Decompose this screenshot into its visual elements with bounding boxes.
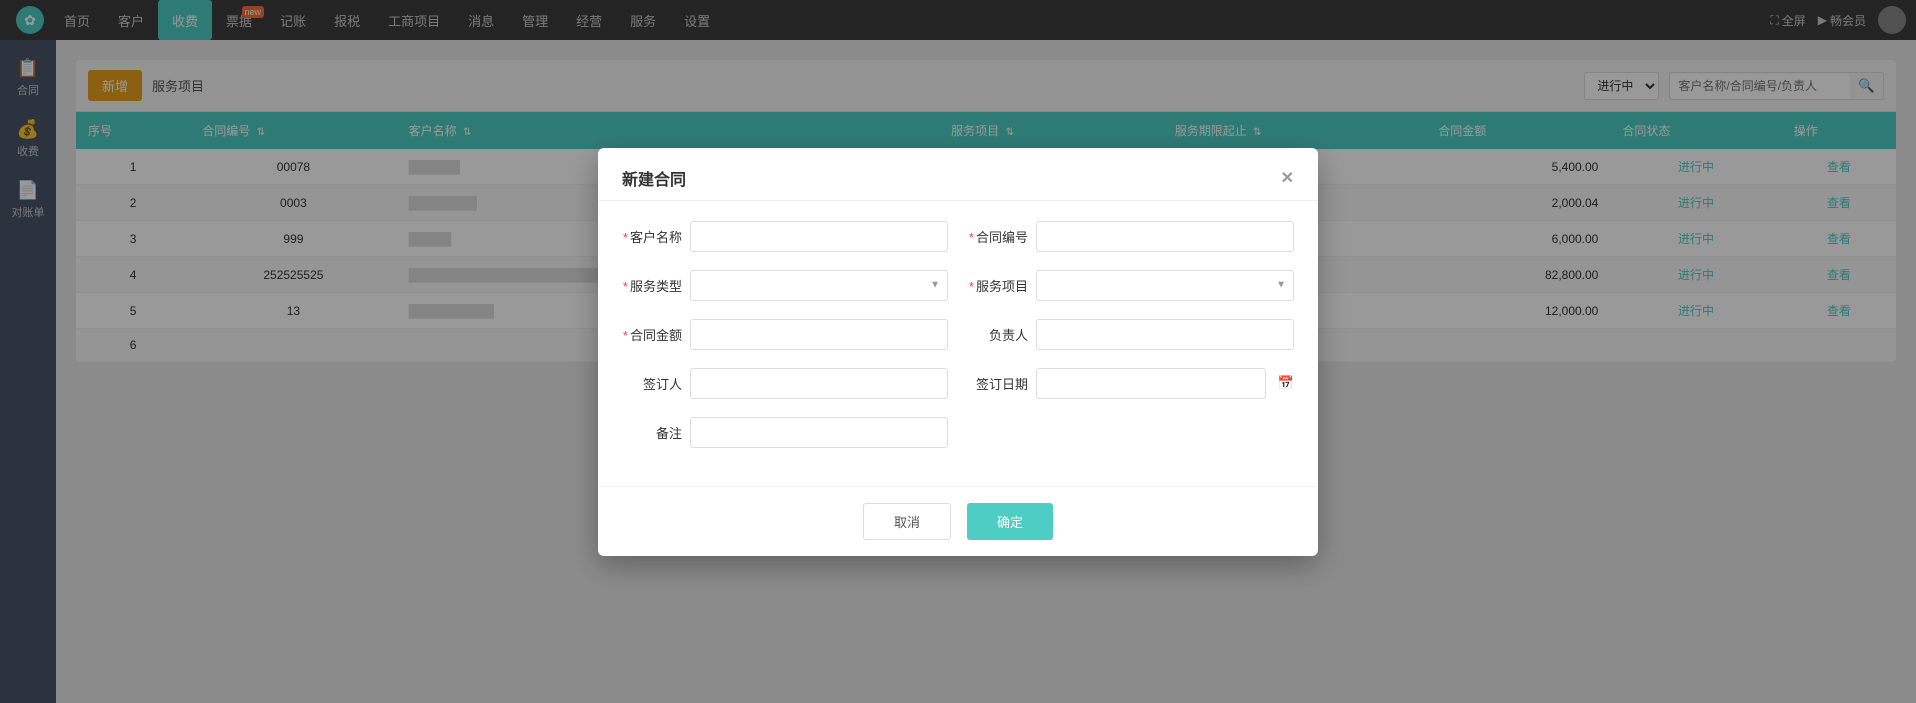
form-group-customer-name: *客户名称 xyxy=(622,221,948,252)
service-item-label: *服务项目 xyxy=(968,276,1028,295)
service-item-select-wrap: ▼ xyxy=(1036,270,1294,301)
form-group-person-in-charge: 负责人 xyxy=(968,319,1294,350)
required-star: * xyxy=(623,230,628,245)
modal-close-button[interactable]: ✕ xyxy=(1281,168,1294,188)
calendar-icon[interactable]: 📅 xyxy=(1278,375,1294,391)
modal-header: 新建合同 ✕ xyxy=(598,148,1318,201)
form-row-2: *服务类型 ▼ *服务项目 ▼ xyxy=(622,270,1294,301)
person-in-charge-label: 负责人 xyxy=(968,325,1028,344)
required-star-2: * xyxy=(969,230,974,245)
service-item-select[interactable] xyxy=(1036,270,1294,301)
form-group-amount: *合同金额 0.00 xyxy=(622,319,948,350)
sign-date-input[interactable]: 2023-06-06 xyxy=(1036,368,1266,399)
form-group-service-type: *服务类型 ▼ xyxy=(622,270,948,301)
signer-label: 签订人 xyxy=(622,374,682,393)
contract-amount-input[interactable]: 0.00 xyxy=(690,319,948,350)
form-group-notes: 备注 xyxy=(622,417,948,448)
modal-body: *客户名称 *合同编号 *服务类型 xyxy=(598,201,1318,486)
form-group-service-item: *服务项目 ▼ xyxy=(968,270,1294,301)
required-star-3: * xyxy=(623,279,628,294)
contract-no-label: *合同编号 xyxy=(968,227,1028,246)
form-group-contract-no: *合同编号 xyxy=(968,221,1294,252)
new-contract-modal: 新建合同 ✕ *客户名称 *合同编号 xyxy=(598,148,1318,556)
service-type-select[interactable] xyxy=(690,270,948,301)
form-row-5: 备注 xyxy=(622,417,1294,448)
form-row-4: 签订人 签订日期 2023-06-06 📅 xyxy=(622,368,1294,399)
customer-name-label: *客户名称 xyxy=(622,227,682,246)
service-type-label: *服务类型 xyxy=(622,276,682,295)
notes-input[interactable] xyxy=(690,417,948,448)
sign-date-label: 签订日期 xyxy=(968,374,1028,393)
service-type-select-wrap: ▼ xyxy=(690,270,948,301)
notes-label: 备注 xyxy=(622,423,682,442)
customer-name-input[interactable] xyxy=(690,221,948,252)
required-star-5: * xyxy=(623,328,628,343)
required-star-4: * xyxy=(969,279,974,294)
form-group-sign-date: 签订日期 2023-06-06 📅 xyxy=(968,368,1294,399)
confirm-button[interactable]: 确定 xyxy=(967,503,1053,540)
form-group-signer: 签订人 xyxy=(622,368,948,399)
modal-title: 新建合同 xyxy=(622,166,686,190)
modal-footer: 取消 确定 xyxy=(598,486,1318,556)
signer-input[interactable] xyxy=(690,368,948,399)
contract-no-input[interactable] xyxy=(1036,221,1294,252)
amount-label: *合同金额 xyxy=(622,325,682,344)
person-in-charge-input[interactable] xyxy=(1036,319,1294,350)
cancel-button[interactable]: 取消 xyxy=(863,503,951,540)
form-row-3: *合同金额 0.00 负责人 xyxy=(622,319,1294,350)
modal-overlay[interactable]: 新建合同 ✕ *客户名称 *合同编号 xyxy=(0,0,1916,703)
form-row-1: *客户名称 *合同编号 xyxy=(622,221,1294,252)
